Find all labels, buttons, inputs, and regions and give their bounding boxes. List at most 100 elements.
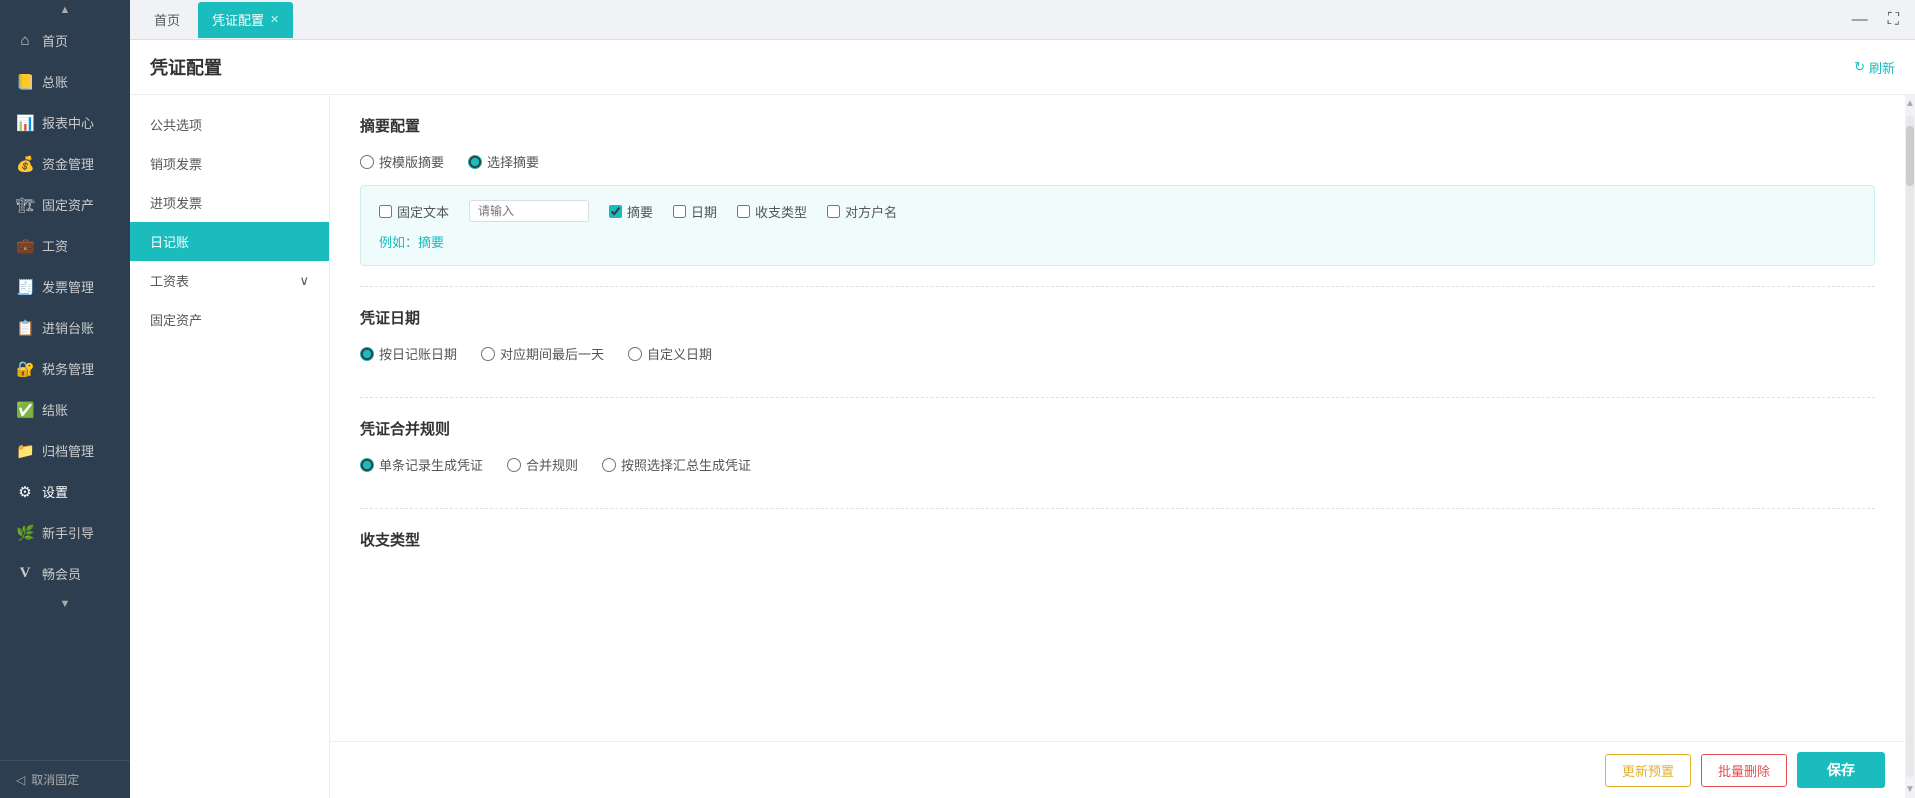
- summary-radio-select[interactable]: 选择摘要: [468, 152, 539, 171]
- sidebar-unpin[interactable]: ◁ 取消固定: [0, 760, 130, 798]
- invoice-icon: 🧾: [16, 278, 34, 296]
- sidebar-item-payroll[interactable]: 💼 工资: [0, 225, 130, 266]
- window-minimize-button[interactable]: —: [1846, 9, 1874, 31]
- report-icon: 📊: [16, 114, 34, 132]
- ledger-icon: 📒: [16, 73, 34, 91]
- left-nav-item-fixed-assets[interactable]: 固定资产: [130, 300, 329, 339]
- voucher-date-radio-journal-input[interactable]: [360, 347, 374, 361]
- left-nav-label: 销项发票: [150, 154, 202, 173]
- batch-delete-button[interactable]: 批量删除: [1701, 754, 1787, 787]
- sidebar-item-settings[interactable]: ⚙ 设置: [0, 471, 130, 512]
- outer-scrollbar[interactable]: ▲ ▼: [1905, 95, 1915, 798]
- sidebar-item-label: 报表中心: [42, 113, 94, 132]
- checkbox-counterpart[interactable]: 对方户名: [827, 202, 897, 221]
- sidebar-item-label: 归档管理: [42, 441, 94, 460]
- summary-radio-select-input[interactable]: [468, 155, 482, 169]
- assets-icon: 🏗: [16, 196, 34, 214]
- scroll-track: [1906, 116, 1914, 777]
- merge-radio-batch-input[interactable]: [602, 458, 616, 472]
- checkbox-summary[interactable]: 摘要: [609, 202, 653, 221]
- scroll-up-arrow[interactable]: ▲: [1905, 95, 1915, 112]
- summary-preview-text: 例如：摘要: [379, 232, 1856, 251]
- sidebar-item-label: 总账: [42, 72, 68, 91]
- voucher-date-radio-custom-input[interactable]: [628, 347, 642, 361]
- checkbox-income-type[interactable]: 收支类型: [737, 202, 807, 221]
- left-nav-item-journal[interactable]: 日记账: [130, 222, 329, 261]
- main-area: 首页 凭证配置 ✕ — ⛶ 凭证配置 ↻ 刷新 公共选项: [130, 0, 1915, 798]
- sidebar-scroll-up[interactable]: ▲: [0, 0, 130, 20]
- checkbox-fixed-text-input[interactable]: [379, 205, 392, 218]
- merge-radio-rules[interactable]: 合并规则: [507, 455, 578, 474]
- payroll-icon: 💼: [16, 237, 34, 255]
- left-nav-item-purchase-invoice[interactable]: 进项发票: [130, 183, 329, 222]
- voucher-date-radio-journal-label: 按日记账日期: [379, 344, 457, 363]
- sidebar-item-guide[interactable]: 🌿 新手引导: [0, 512, 130, 553]
- voucher-date-radio-last-day[interactable]: 对应期间最后一天: [481, 344, 604, 363]
- checkbox-counterpart-input[interactable]: [827, 205, 840, 218]
- left-nav: 公共选项 销项发票 进项发票 日记账 工资表 ∨ 固定资产: [130, 95, 330, 798]
- merge-radio-batch-label: 按照选择汇总生成凭证: [621, 455, 751, 474]
- checkbox-income-type-input[interactable]: [737, 205, 750, 218]
- window-maximize-button[interactable]: ⛶: [1882, 9, 1905, 31]
- sidebar-item-label: 畅会员: [42, 564, 81, 583]
- merge-radio-single[interactable]: 单条记录生成凭证: [360, 455, 483, 474]
- voucher-date-section: 凭证日期 按日记账日期 对应期间最后一天: [360, 307, 1875, 398]
- left-nav-item-sales-invoice[interactable]: 销项发票: [130, 144, 329, 183]
- refresh-icon: ↻: [1854, 59, 1865, 75]
- merge-radio-single-label: 单条记录生成凭证: [379, 455, 483, 474]
- sidebar-item-tax-management[interactable]: 🔐 税务管理: [0, 348, 130, 389]
- closing-icon: ✅: [16, 401, 34, 419]
- merge-rules-radio-group: 单条记录生成凭证 合并规则 按照选择汇总生成凭证: [360, 455, 1875, 474]
- save-button[interactable]: 保存: [1797, 752, 1885, 788]
- page-header: 凭证配置 ↻ 刷新: [130, 40, 1915, 95]
- bottom-bar: 更新预置 批量删除 保存: [330, 741, 1905, 798]
- left-nav-label: 进项发票: [150, 193, 202, 212]
- content-area: 公共选项 销项发票 进项发票 日记账 工资表 ∨ 固定资产: [130, 95, 1915, 798]
- checkbox-fixed-text-label: 固定文本: [397, 202, 449, 221]
- voucher-date-radio-last-day-input[interactable]: [481, 347, 495, 361]
- sidebar-item-fund-management[interactable]: 💰 资金管理: [0, 143, 130, 184]
- checkbox-date[interactable]: 日期: [673, 202, 717, 221]
- update-preview-button[interactable]: 更新预置: [1605, 754, 1691, 787]
- left-nav-item-payroll-table[interactable]: 工资表 ∨: [130, 261, 329, 300]
- sidebar-item-archive-management[interactable]: 📁 归档管理: [0, 430, 130, 471]
- voucher-date-title: 凭证日期: [360, 307, 1875, 328]
- left-nav-item-public-options[interactable]: 公共选项: [130, 105, 329, 144]
- summary-radio-template[interactable]: 按模版摘要: [360, 152, 444, 171]
- scroll-down-arrow[interactable]: ▼: [1905, 781, 1915, 798]
- tab-home[interactable]: 首页: [140, 2, 194, 38]
- fixed-text-input[interactable]: [469, 200, 589, 222]
- checkbox-summary-input[interactable]: [609, 205, 622, 218]
- sidebar-item-fixed-assets[interactable]: 🏗 固定资产: [0, 184, 130, 225]
- merge-radio-single-input[interactable]: [360, 458, 374, 472]
- vip-icon: V: [16, 565, 34, 582]
- scroll-thumb[interactable]: [1906, 126, 1914, 186]
- tab-bar: 首页 凭证配置 ✕ — ⛶: [130, 0, 1915, 40]
- summary-radio-template-input[interactable]: [360, 155, 374, 169]
- refresh-button[interactable]: ↻ 刷新: [1854, 58, 1895, 77]
- sidebar-item-label: 工资: [42, 236, 68, 255]
- merge-radio-rules-input[interactable]: [507, 458, 521, 472]
- sidebar-item-closing[interactable]: ✅ 结账: [0, 389, 130, 430]
- sidebar-item-purchase-sales[interactable]: 📋 进销台账: [0, 307, 130, 348]
- left-nav-label: 公共选项: [150, 115, 202, 134]
- sidebar-item-report-center[interactable]: 📊 报表中心: [0, 102, 130, 143]
- sidebar-item-vip[interactable]: V 畅会员: [0, 553, 130, 594]
- tab-voucher-config[interactable]: 凭证配置 ✕: [198, 2, 293, 38]
- sidebar-item-home[interactable]: ⌂ 首页: [0, 20, 130, 61]
- sidebar-item-label: 首页: [42, 31, 68, 50]
- merge-radio-rules-label: 合并规则: [526, 455, 578, 474]
- voucher-date-radio-custom[interactable]: 自定义日期: [628, 344, 712, 363]
- sidebar-item-label: 发票管理: [42, 277, 94, 296]
- sidebar-item-general-ledger[interactable]: 📒 总账: [0, 61, 130, 102]
- sidebar-scroll-down[interactable]: ▼: [0, 594, 130, 614]
- sidebar-item-invoice-management[interactable]: 🧾 发票管理: [0, 266, 130, 307]
- checkbox-date-input[interactable]: [673, 205, 686, 218]
- voucher-date-radio-group: 按日记账日期 对应期间最后一天 自定义日期: [360, 344, 1875, 363]
- tab-close-icon[interactable]: ✕: [270, 13, 279, 26]
- checkbox-fixed-text[interactable]: 固定文本: [379, 202, 449, 221]
- tab-voucher-config-label: 凭证配置: [212, 10, 264, 29]
- tax-icon: 🔐: [16, 360, 34, 378]
- merge-radio-batch[interactable]: 按照选择汇总生成凭证: [602, 455, 751, 474]
- voucher-date-radio-journal[interactable]: 按日记账日期: [360, 344, 457, 363]
